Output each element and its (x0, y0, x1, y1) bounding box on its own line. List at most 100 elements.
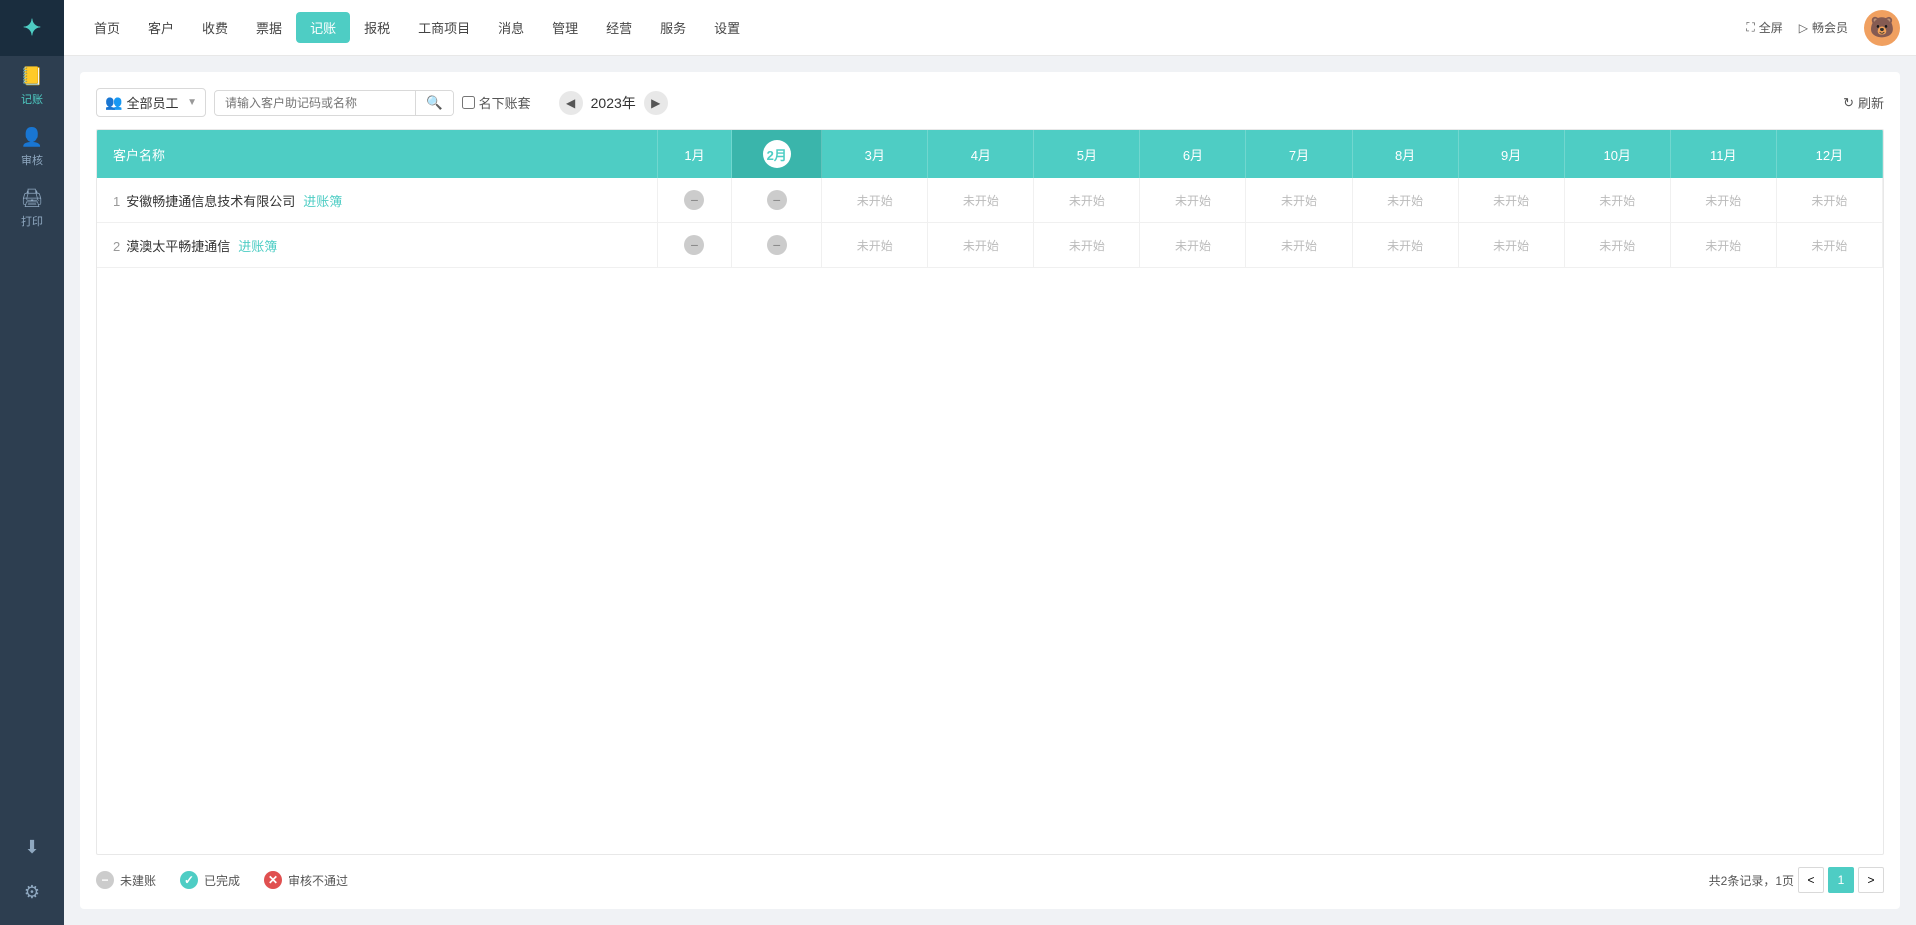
sidebar-item-print[interactable]: 🖨 打印 (0, 178, 64, 239)
customer-name-cell: 2漠澳太平畅捷通信进账簿 (97, 223, 657, 268)
not-started-label: 未开始 (857, 239, 893, 253)
nav-settings[interactable]: 设置 (700, 12, 754, 43)
employee-select[interactable]: 👥 全部员工 ▼ (96, 88, 206, 117)
th-jul: 7月 (1246, 130, 1352, 178)
table-body: 1安徽畅捷通信息技术有限公司进账簿−−未开始未开始未开始未开始未开始未开始未开始… (97, 178, 1883, 268)
cell-sep: 未开始 (1458, 178, 1564, 223)
content-area: 👥 全部员工 ▼ 🔍 名下账套 ◀ 2023年 ▶ (64, 56, 1916, 925)
row-customer-name: 安徽畅捷通信息技术有限公司 (126, 194, 295, 209)
nav-service[interactable]: 服务 (646, 12, 700, 43)
nav-invoice[interactable]: 票据 (242, 12, 296, 43)
bookkeeping-table: 客户名称 1月 2月 3月 4月 5月 6月 7月 8月 (97, 130, 1883, 268)
download-icon: ⬇ (24, 837, 39, 858)
not-started-label: 未开始 (1387, 239, 1423, 253)
sidebar-item-download[interactable]: ⬇ (0, 827, 64, 868)
nav-tax[interactable]: 报税 (350, 12, 404, 43)
enter-ledger-link[interactable]: 进账簿 (303, 194, 342, 209)
cell-apr: 未开始 (928, 178, 1034, 223)
year-nav: ◀ 2023年 ▶ (559, 91, 668, 115)
vip-icon: ▷ (1799, 21, 1808, 35)
cell-may: 未开始 (1034, 223, 1140, 268)
legend-not-created: − 未建账 (96, 871, 156, 889)
table-row: 1 安徽畅捷通信息技术有限公司进账簿 − − 未开始 未开始 未开始 未开始 未开始 未开始 未开始… (97, 178, 1883, 223)
cell-dec: 未开始 (1776, 223, 1882, 268)
table-header-row: 客户名称 1月 2月 3月 4月 5月 6月 7月 8月 (97, 130, 1883, 178)
cell-sep: 未开始 (1458, 223, 1564, 268)
th-feb: 2月 (732, 130, 822, 178)
dash-icon: − (684, 235, 704, 255)
sidebar-audit-label: 审核 (21, 152, 43, 168)
cell-jul: 未开始 (1246, 223, 1352, 268)
user-avatar[interactable]: 🐻 (1864, 10, 1900, 46)
next-page-button[interactable]: > (1858, 867, 1884, 893)
nav-billing[interactable]: 收费 (188, 12, 242, 43)
sidebar-item-settings[interactable]: ⚙ (0, 872, 64, 913)
employee-icon: 👥 (105, 94, 122, 111)
enter-ledger-link[interactable]: 进账簿 (238, 239, 277, 254)
prev-page-button[interactable]: < (1798, 867, 1824, 893)
subordinate-checkbox[interactable] (462, 96, 475, 109)
current-month-circle: 2月 (763, 140, 791, 168)
cell-feb: − (732, 178, 822, 223)
nav-business[interactable]: 工商项目 (404, 12, 484, 43)
not-started-label: 未开始 (1599, 239, 1635, 253)
cell-aug: 未开始 (1352, 223, 1458, 268)
next-year-button[interactable]: ▶ (644, 91, 668, 115)
cell-dec: 未开始 (1776, 178, 1882, 223)
not-started-label: 未开始 (1599, 194, 1635, 208)
not-started-label: 未开始 (1387, 194, 1423, 208)
th-dec: 12月 (1776, 130, 1882, 178)
not-started-label: 未开始 (1069, 194, 1105, 208)
audit-icon: 👤 (21, 127, 43, 148)
search-button[interactable]: 🔍 (415, 91, 453, 115)
not-started-label: 未开始 (1175, 194, 1211, 208)
fullscreen-button[interactable]: ⛶ 全屏 (1746, 19, 1782, 36)
bookkeeping-icon: 📒 (21, 66, 43, 87)
not-started-label: 未开始 (1493, 239, 1529, 253)
cell-jan: − (657, 223, 731, 268)
th-oct: 10月 (1564, 130, 1670, 178)
cell-jun: 未开始 (1140, 223, 1246, 268)
sidebar-item-bookkeeping[interactable]: 📒 记账 (0, 56, 64, 117)
sidebar-item-audit[interactable]: 👤 审核 (0, 117, 64, 178)
customer-name-cell: 1 安徽畅捷通信息技术有限公司进账簿 (97, 178, 657, 223)
refresh-label: 刷新 (1858, 93, 1884, 112)
pagination-info: 共2条记录，1页 (1709, 872, 1794, 889)
refresh-button[interactable]: ↻ 刷新 (1843, 93, 1884, 112)
nav-bookkeeping[interactable]: 记账 (296, 12, 350, 43)
refresh-icon: ↻ (1843, 95, 1854, 111)
cell-jun: 未开始 (1140, 178, 1246, 223)
not-started-label: 未开始 (963, 239, 999, 253)
dash-icon: − (684, 190, 704, 210)
cell-mar: 未开始 (822, 178, 928, 223)
row-customer-name: 漠澳太平畅捷通信 (126, 239, 230, 254)
prev-year-button[interactable]: ◀ (559, 91, 583, 115)
nav-operation[interactable]: 经营 (592, 12, 646, 43)
legend-completed: ✓ 已完成 (180, 871, 240, 889)
row-number: 1 (113, 194, 120, 209)
nav-home[interactable]: 首页 (80, 12, 134, 43)
table-wrap: 客户名称 1月 2月 3月 4月 5月 6月 7月 8月 (96, 129, 1884, 855)
toolbar: 👥 全部员工 ▼ 🔍 名下账套 ◀ 2023年 ▶ (96, 88, 1884, 117)
topnav: 首页 客户 收费 票据 记账 报税 工商项目 消息 管理 经营 服务 设置 ⛶ … (64, 0, 1916, 56)
vip-button[interactable]: ▷ 畅会员 (1799, 19, 1848, 36)
th-mar: 3月 (822, 130, 928, 178)
nav-customer[interactable]: 客户 (134, 12, 188, 43)
current-page-button[interactable]: 1 (1828, 867, 1854, 893)
topnav-right: ⛶ 全屏 ▷ 畅会员 🐻 (1746, 10, 1900, 46)
checkbox-wrap[interactable]: 名下账套 (462, 93, 531, 112)
dash-icon: − (767, 190, 787, 210)
cell-jul: 未开始 (1246, 178, 1352, 223)
fullscreen-label: 全屏 (1759, 19, 1783, 36)
chevron-down-icon: ▼ (187, 97, 197, 108)
nav-manage[interactable]: 管理 (538, 12, 592, 43)
logo: ✦ (0, 0, 64, 56)
nav-message[interactable]: 消息 (484, 12, 538, 43)
cell-mar: 未开始 (822, 223, 928, 268)
not-started-label: 未开始 (857, 194, 893, 208)
vip-label: 畅会员 (1812, 19, 1848, 36)
settings-icon: ⚙ (24, 882, 40, 903)
th-sep: 9月 (1458, 130, 1564, 178)
search-input[interactable] (215, 92, 415, 114)
cell-oct: 未开始 (1564, 178, 1670, 223)
